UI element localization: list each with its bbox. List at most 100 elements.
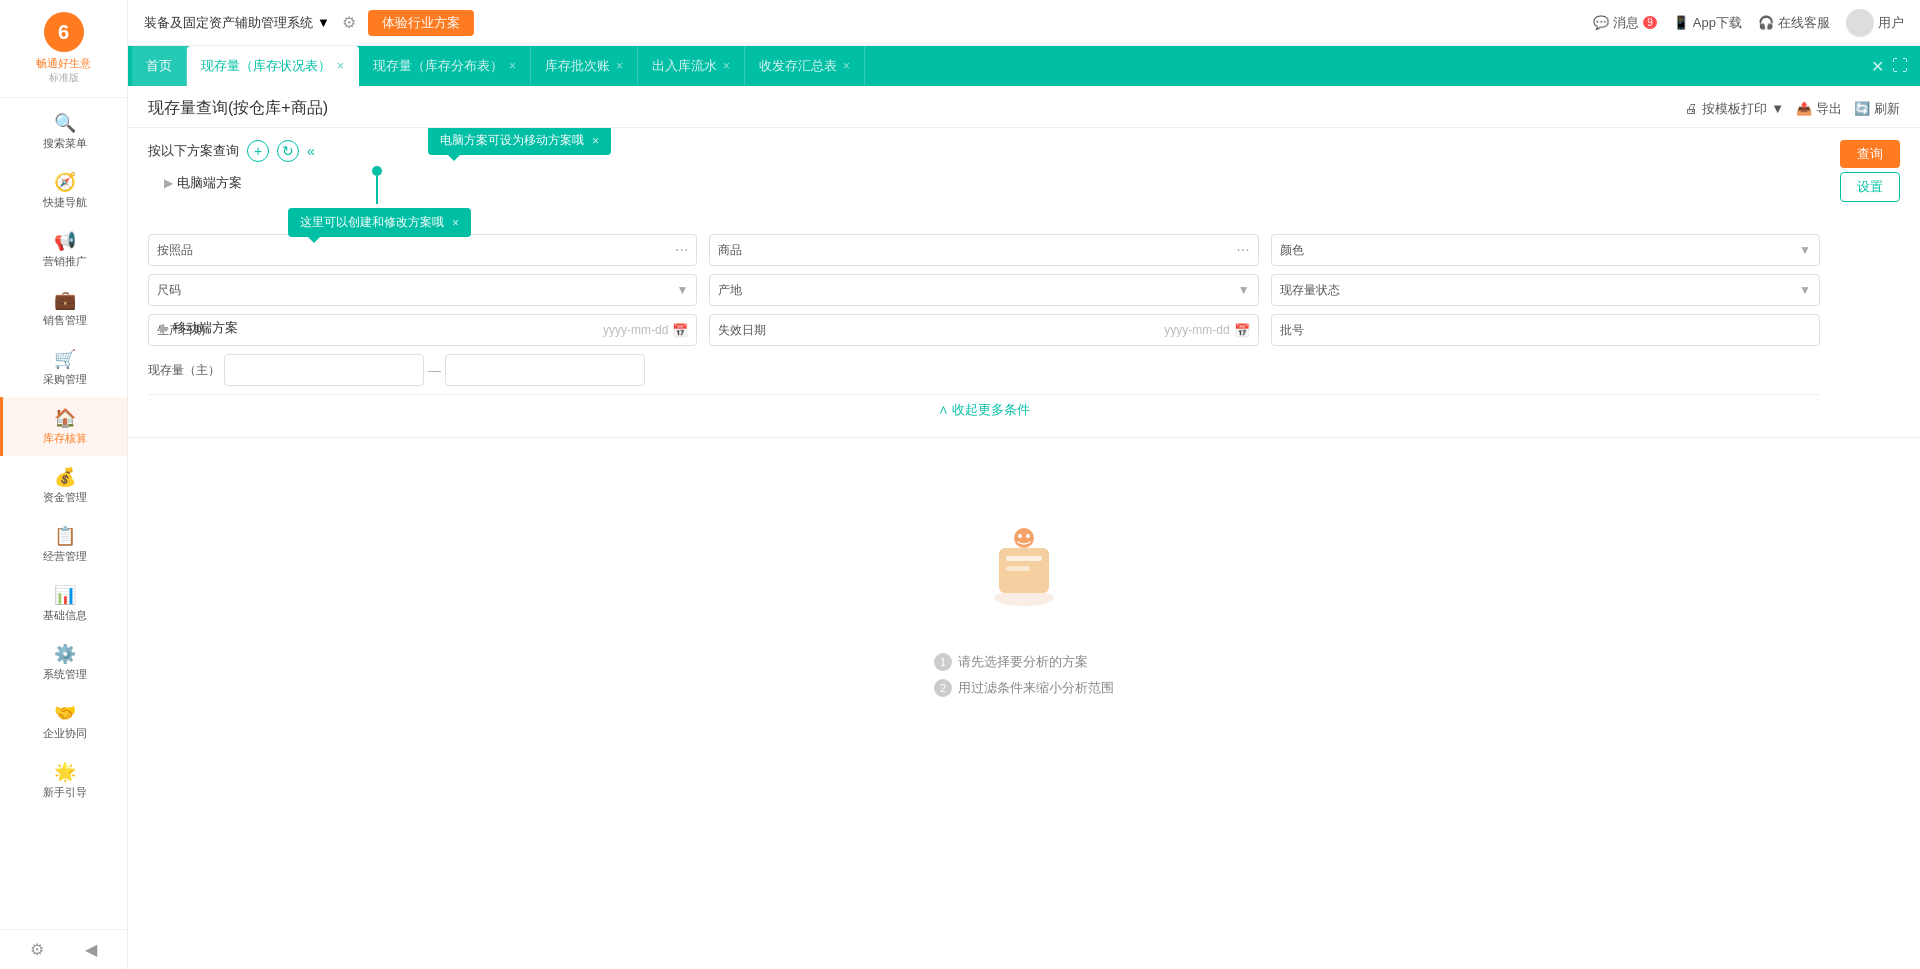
goods-dots[interactable]: ··· [1236, 241, 1249, 259]
tab-recv-summary[interactable]: 收发存汇总表 × [745, 46, 865, 86]
batch-no-label: 批号 [1280, 322, 1304, 339]
filter-collapse-btn[interactable]: ∧ 收起更多条件 [148, 394, 1820, 425]
finance-icon: 💰 [54, 466, 76, 488]
system-title: 装备及固定资产辅助管理系统 [144, 14, 313, 32]
warehouse-dots[interactable]: ··· [675, 241, 688, 259]
scheme-mobile-label: 移动端方案 [173, 319, 238, 337]
sidebar-item-inventory[interactable]: 🏠 库存核算 [0, 397, 127, 456]
sidebar: 6 畅通好生意 标准版 🔍 搜索菜单 🧭 快捷导航 📢 营销推广 💼 销售管理 … [0, 0, 128, 969]
messages-item[interactable]: 💬 消息 9 [1593, 14, 1657, 32]
sidebar-item-purchase[interactable]: 🛒 采购管理 [0, 338, 127, 397]
collapse-sidebar-icon[interactable]: ◀ [85, 940, 97, 959]
tab-recv-summary-close[interactable]: × [843, 59, 850, 73]
tab-inventory-batch-close[interactable]: × [616, 59, 623, 73]
experience-button[interactable]: 体验行业方案 [368, 10, 474, 36]
tab-inventory-status-close[interactable]: × [337, 59, 344, 73]
stock-status-dropdown-icon[interactable]: ▼ [1799, 283, 1811, 297]
scheme-item-pc[interactable]: ▶ 电脑端方案 [164, 172, 1820, 194]
query-button[interactable]: 查询 [1840, 140, 1900, 168]
svg-rect-3 [1006, 566, 1030, 571]
goods-field[interactable]: 商品 ··· [709, 234, 1258, 266]
sidebar-item-basic[interactable]: 📊 基础信息 [0, 574, 127, 633]
expire-date-label: 失效日期 [718, 322, 766, 339]
filter-refresh-button[interactable]: ↻ [277, 140, 299, 162]
tab-inventory-dist-close[interactable]: × [509, 59, 516, 73]
tab-inventory-status[interactable]: 现存量（库存状况表） × [187, 46, 359, 86]
expire-date-calendar-icon[interactable]: 📅 [1234, 323, 1250, 338]
filter-section-label: 按以下方案查询 [148, 142, 239, 160]
export-btn[interactable]: 📤 导出 [1796, 100, 1842, 118]
svg-point-5 [1018, 534, 1022, 538]
page-title: 现存量查询(按仓库+商品) [148, 98, 328, 119]
tab-inventory-dist[interactable]: 现存量（库存分布表） × [359, 46, 531, 86]
scheme-mobile-expand-icon: ▶ [160, 321, 169, 335]
filter-back-button[interactable]: « [307, 143, 315, 159]
template-print-btn[interactable]: 🖨 按模板打印 ▼ [1685, 100, 1784, 118]
settings-icon[interactable]: ⚙ [30, 940, 44, 959]
sidebar-item-marketing[interactable]: 📢 营销推广 [0, 220, 127, 279]
stock-main-to[interactable] [445, 354, 645, 386]
warehouse-field[interactable]: 按照品 ··· [148, 234, 697, 266]
sidebar-label-finance: 资金管理 [43, 490, 87, 505]
svg-point-6 [1026, 534, 1030, 538]
sidebar-item-enterprise[interactable]: 🤝 企业协同 [0, 692, 127, 751]
batch-no-field[interactable]: 批号 [1271, 314, 1820, 346]
reset-button[interactable]: 设置 [1840, 172, 1900, 202]
sidebar-item-finance[interactable]: 💰 资金管理 [0, 456, 127, 515]
tooltip-scheme-text: 电脑方案可设为移动方案哦 [440, 132, 584, 149]
tooltip-create: 这里可以创建和修改方案哦 × [288, 208, 471, 237]
origin-field[interactable]: 产地 ▼ [709, 274, 1258, 306]
print-dropdown-icon: ▼ [1771, 101, 1784, 116]
gear-icon[interactable]: ⚙ [342, 13, 356, 32]
color-dropdown-icon[interactable]: ▼ [1799, 243, 1811, 257]
tab-inout-flow-close[interactable]: × [723, 59, 730, 73]
print-icon: 🖨 [1685, 101, 1698, 116]
tab-inventory-batch[interactable]: 库存批次账 × [531, 46, 638, 86]
scheme-item-mobile[interactable]: ▶ 移动端方案 [160, 317, 238, 339]
color-field[interactable]: 颜色 ▼ [1271, 234, 1820, 266]
sidebar-item-operations[interactable]: 📋 经营管理 [0, 515, 127, 574]
page-header: 现存量查询(按仓库+商品) 🖨 按模板打印 ▼ 📤 导出 🔄 刷新 [128, 86, 1920, 128]
filter-row-2: 尺码 ▼ 产地 ▼ 现存量状态 ▼ [148, 274, 1820, 306]
warehouse-label: 按照品 [157, 242, 193, 259]
expire-date-field[interactable]: 失效日期 yyyy-mm-dd 📅 [709, 314, 1258, 346]
sidebar-item-search[interactable]: 🔍 搜索菜单 [0, 102, 127, 161]
prod-date-calendar-icon[interactable]: 📅 [672, 323, 688, 338]
message-badge: 9 [1643, 16, 1657, 29]
phone-icon: 📱 [1673, 15, 1689, 30]
app-download-label: App下载 [1693, 14, 1742, 32]
tab-close-all-icon[interactable]: ✕ [1871, 57, 1884, 76]
sidebar-item-system[interactable]: ⚙️ 系统管理 [0, 633, 127, 692]
basic-icon: 📊 [54, 584, 76, 606]
sidebar-item-quicknav[interactable]: 🧭 快捷导航 [0, 161, 127, 220]
support-item[interactable]: 🎧 在线客服 [1758, 14, 1830, 32]
tab-inout-flow[interactable]: 出入库流水 × [638, 46, 745, 86]
tab-expand-icon[interactable]: ⛶ [1892, 57, 1908, 76]
stock-status-field[interactable]: 现存量状态 ▼ [1271, 274, 1820, 306]
system-title-dropdown[interactable]: 装备及固定资产辅助管理系统 ▼ [144, 14, 330, 32]
refresh-btn[interactable]: 🔄 刷新 [1854, 100, 1900, 118]
sidebar-item-guide[interactable]: 🌟 新手引导 [0, 751, 127, 810]
prod-date-placeholder: yyyy-mm-dd [603, 323, 668, 337]
tip-num-1: 1 [934, 653, 952, 671]
origin-dropdown-icon[interactable]: ▼ [1238, 283, 1250, 297]
sidebar-item-sales[interactable]: 💼 销售管理 [0, 279, 127, 338]
user-item[interactable]: 用户 [1846, 9, 1904, 37]
sidebar-label-basic: 基础信息 [43, 608, 87, 623]
sidebar-bottom: ⚙ ◀ [0, 929, 127, 969]
tooltip-scheme-close[interactable]: × [592, 134, 599, 148]
tab-home[interactable]: 首页 [132, 46, 187, 86]
app-download-item[interactable]: 📱 App下载 [1673, 14, 1742, 32]
tab-inventory-status-label: 现存量（库存状况表） [201, 57, 331, 75]
size-dropdown-icon[interactable]: ▼ [676, 283, 688, 297]
tooltip-create-close[interactable]: × [452, 216, 459, 230]
color-label: 颜色 [1280, 242, 1304, 259]
size-field[interactable]: 尺码 ▼ [148, 274, 697, 306]
purchase-icon: 🛒 [54, 348, 76, 370]
empty-illustration [974, 518, 1074, 637]
filter-add-button[interactable]: + [247, 140, 269, 162]
range-separator: — [428, 363, 441, 378]
export-icon: 📤 [1796, 101, 1812, 116]
stock-main-from[interactable] [224, 354, 424, 386]
tab-bar: 首页 现存量（库存状况表） × 现存量（库存分布表） × 库存批次账 × 出入库… [128, 46, 1920, 86]
